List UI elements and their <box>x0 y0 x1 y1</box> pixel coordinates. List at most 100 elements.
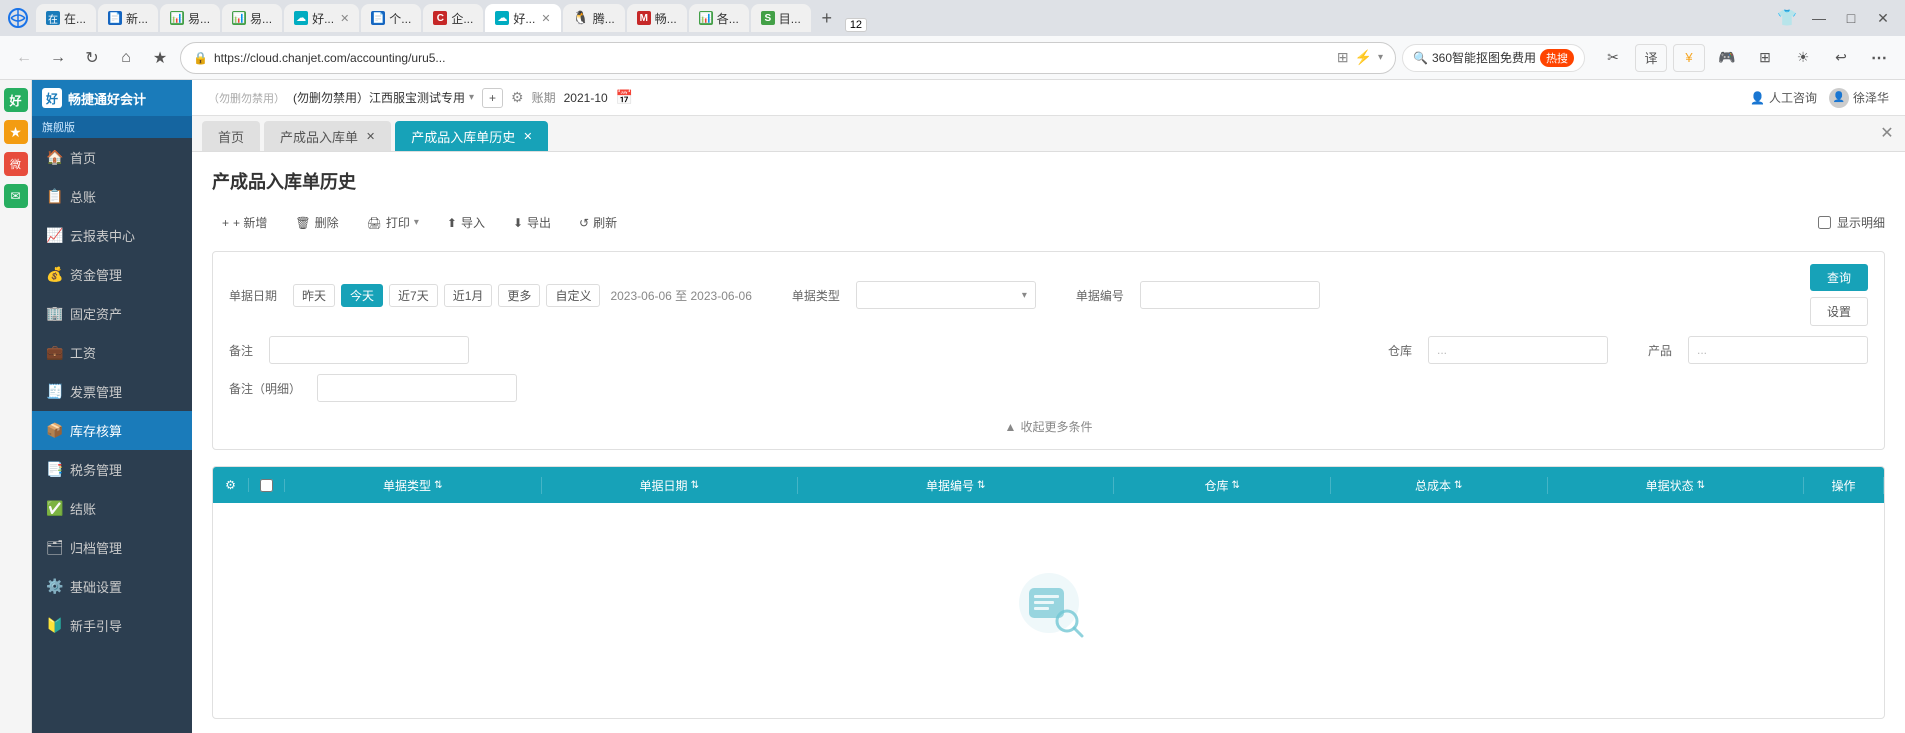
sidebar-item-payroll[interactable]: 💼 工资 <box>32 333 192 372</box>
th-gear[interactable]: ⚙ <box>213 478 249 492</box>
app-icon-mail[interactable]: ✉ <box>4 184 28 208</box>
app-icon-weibo[interactable]: 微 <box>4 152 28 176</box>
browser-tab-7[interactable]: C 企... <box>423 4 483 32</box>
browser-tab-1[interactable]: 在 在... <box>36 4 96 32</box>
back-button[interactable]: ← <box>10 44 38 72</box>
browser-tab-3[interactable]: 📊 易... <box>160 4 220 32</box>
th-number[interactable]: 单据编号 ⇅ <box>798 477 1114 494</box>
th-status[interactable]: 单据状态 ⇅ <box>1548 477 1805 494</box>
page-tab-home[interactable]: 首页 <box>202 121 260 151</box>
filter-settings-button[interactable]: 设置 <box>1810 297 1868 326</box>
browser-tab-10[interactable]: M 畅... <box>627 4 687 32</box>
th-cost[interactable]: 总成本 ⇅ <box>1331 477 1548 494</box>
display-detail-checkbox[interactable] <box>1818 216 1831 229</box>
print-button[interactable]: 🖨 打印 ▾ <box>357 210 429 235</box>
user-profile[interactable]: 👤 徐泽华 <box>1829 88 1889 108</box>
period-calendar-button[interactable]: 📅 <box>616 89 633 106</box>
more-ext[interactable]: ⋯ <box>1863 44 1895 72</box>
sidebar-item-archive[interactable]: 🗂 归档管理 <box>32 528 192 567</box>
sidebar-item-tax[interactable]: 📑 税务管理 <box>32 450 192 489</box>
collapse-button[interactable]: ▲ 收起更多条件 <box>1005 418 1093 435</box>
sidebar-item-cloud-report[interactable]: 📈 云报表中心 <box>32 216 192 255</box>
add-company-button[interactable]: + <box>482 88 503 108</box>
tab-close-8[interactable]: ✕ <box>541 12 550 25</box>
display-detail-label: 显示明细 <box>1837 214 1885 231</box>
page-tab-list[interactable]: 产成品入库单 ✕ <box>264 121 391 151</box>
sidebar-item-invoice[interactable]: 🧾 发票管理 <box>32 372 192 411</box>
lock-icon: 🔒 <box>193 51 208 65</box>
service-button[interactable]: 👤 人工咨询 <box>1750 89 1817 106</box>
sidebar-item-new-entry[interactable]: 🔰 新手引导 <box>32 606 192 645</box>
page-tab-history[interactable]: 产成品入库单历史 ✕ <box>395 121 548 151</box>
translate-ext[interactable]: 译 <box>1635 44 1667 72</box>
theme-ext[interactable]: ☀ <box>1787 44 1819 72</box>
browser-tab-6[interactable]: 📄 个... <box>361 4 421 32</box>
address-bar[interactable]: 🔒 https://cloud.chanjet.com/accounting/u… <box>180 42 1396 74</box>
sidebar-item-ledger[interactable]: 📋 总账 <box>32 177 192 216</box>
cloud-report-icon: 📈 <box>46 227 62 244</box>
grid-ext[interactable]: ⊞ <box>1749 44 1781 72</box>
export-button[interactable]: ⬇ 导出 <box>503 210 561 235</box>
browser-tab-2[interactable]: 📄 新... <box>98 4 158 32</box>
undo-ext[interactable]: ↩ <box>1825 44 1857 72</box>
minimize-button[interactable]: — <box>1805 4 1833 32</box>
select-all-checkbox[interactable] <box>260 479 273 492</box>
detail-remark-input[interactable] <box>317 374 517 402</box>
home-button[interactable]: ⌂ <box>112 44 140 72</box>
th-check[interactable] <box>249 479 285 492</box>
maximize-button[interactable]: □ <box>1837 4 1865 32</box>
product-filter-dropdown[interactable]: ... <box>1688 336 1868 364</box>
browser-tab-11[interactable]: 📊 各... <box>689 4 749 32</box>
date-today-button[interactable]: 今天 <box>341 284 383 307</box>
print-icon: 🖨 <box>367 216 382 230</box>
browser-tab-5[interactable]: ☁ 好... ✕ <box>284 4 359 32</box>
browser-tab-12[interactable]: S 目... <box>751 4 811 32</box>
import-button[interactable]: ⬆ 导入 <box>437 210 495 235</box>
browser-tab-8[interactable]: ☁ 好... ✕ <box>485 4 560 32</box>
yuan-ext[interactable]: ¥ <box>1673 44 1705 72</box>
th-date[interactable]: 单据日期 ⇅ <box>542 477 799 494</box>
query-button[interactable]: 查询 <box>1810 264 1868 291</box>
sidebar-item-fixed-assets[interactable]: 🏢 固定资产 <box>32 294 192 333</box>
search-bar[interactable]: 🔍 360智能抠图免费用 热搜 <box>1402 44 1585 72</box>
refresh-button[interactable]: ↻ <box>78 44 106 72</box>
date-custom-button[interactable]: 自定义 <box>546 284 600 307</box>
date-yesterday-button[interactable]: 昨天 <box>293 284 335 307</box>
page-tab-list-close[interactable]: ✕ <box>366 130 375 143</box>
th-type[interactable]: 单据类型 ⇅ <box>285 477 542 494</box>
refresh-toolbar-button[interactable]: ↺ 刷新 <box>569 210 627 235</box>
company-selector[interactable]: (勿删勿禁用）江西服宝测试专用 ▾ <box>293 89 474 106</box>
sidebar-item-settings[interactable]: ⚙️ 基础设置 <box>32 567 192 606</box>
browser-tab-9[interactable]: 🐧 腾... <box>563 4 625 32</box>
app-icon-star[interactable]: ★ <box>4 120 28 144</box>
page-tab-history-close[interactable]: ✕ <box>523 130 532 143</box>
forward-button[interactable]: → <box>44 44 72 72</box>
scissors-ext[interactable]: ✂ <box>1597 44 1629 72</box>
sidebar-item-home[interactable]: 🏠 首页 <box>32 138 192 177</box>
sidebar-item-fund[interactable]: 💰 资金管理 <box>32 255 192 294</box>
date-more-button[interactable]: 更多 <box>498 284 540 307</box>
bookmark-button[interactable]: ★ <box>146 44 174 72</box>
delete-button[interactable]: 🗑 删除 <box>285 210 348 235</box>
date-1month-button[interactable]: 近1月 <box>444 284 493 307</box>
th-warehouse[interactable]: 仓库 ⇅ <box>1114 477 1331 494</box>
number-filter-input[interactable] <box>1140 281 1320 309</box>
sidebar-item-inventory[interactable]: 📦 库存核算 <box>32 411 192 450</box>
tab-close-5[interactable]: ✕ <box>340 12 349 25</box>
browser-tab-4[interactable]: 📊 易... <box>222 4 282 32</box>
chevron-down-icon[interactable]: ▾ <box>1378 52 1383 63</box>
date-7days-button[interactable]: 近7天 <box>389 284 438 307</box>
company-settings-button[interactable]: ⚙ <box>511 89 524 106</box>
app-icon-chanjet[interactable]: 好 <box>4 88 28 112</box>
warehouse-filter-dropdown[interactable]: ... <box>1428 336 1608 364</box>
panel-close-button[interactable]: ✕ <box>1869 115 1905 151</box>
sidebar-item-checkout[interactable]: ✅ 结账 <box>32 489 192 528</box>
type-filter-dropdown[interactable]: ▾ <box>856 281 1036 309</box>
remark-filter-input[interactable] <box>269 336 469 364</box>
sidebar-logo: 好 <box>42 88 62 108</box>
game-ext[interactable]: 🎮 <box>1711 44 1743 72</box>
sidebar-header[interactable]: 好 畅捷通好会计 <box>32 80 192 116</box>
new-tab-button[interactable]: + <box>813 4 841 32</box>
close-button[interactable]: ✕ <box>1869 4 1897 32</box>
add-button[interactable]: + + 新增 <box>212 210 277 235</box>
